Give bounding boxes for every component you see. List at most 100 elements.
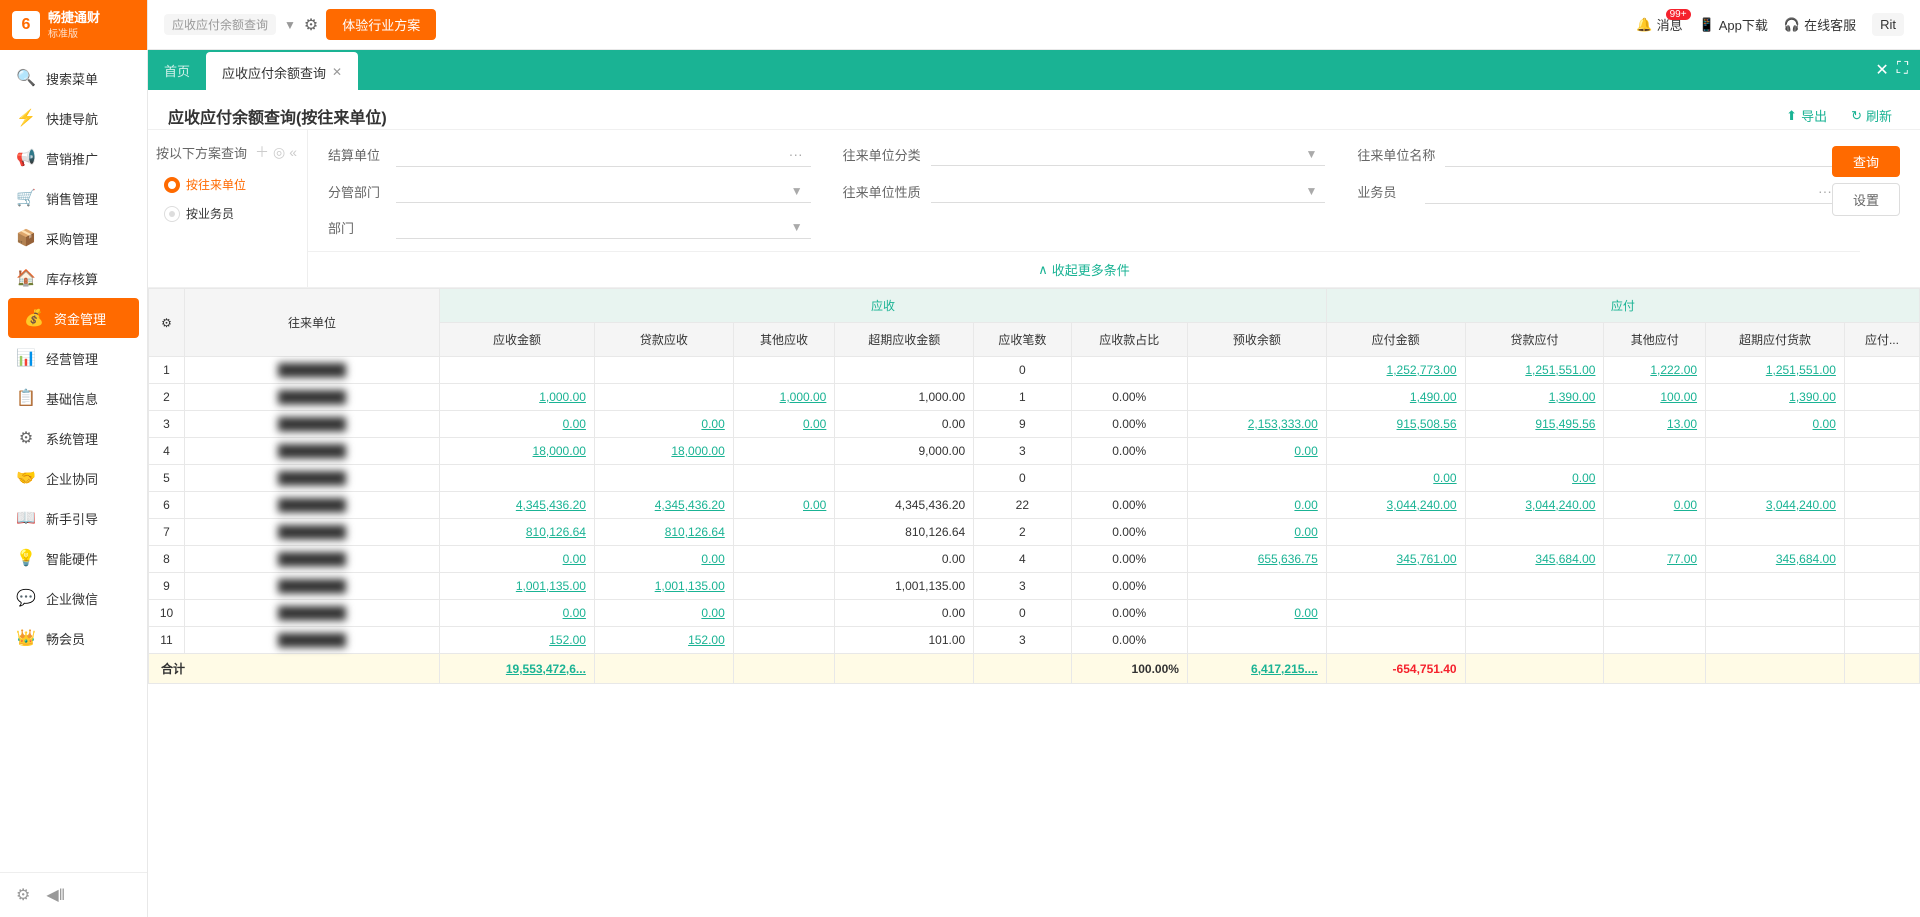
partner-name-cell[interactable]: ████████ xyxy=(185,492,440,519)
footer-advance[interactable]: 6,417,215.... xyxy=(1187,654,1326,684)
filter-item-salesperson[interactable]: 按业务员 xyxy=(148,199,307,228)
partner-name-cell[interactable]: ████████ xyxy=(185,465,440,492)
table-cell[interactable]: 3,044,240.00 xyxy=(1326,492,1465,519)
sidebar-item-14[interactable]: 👑畅会员 xyxy=(0,618,147,658)
table-cell[interactable]: 0.00 xyxy=(1187,519,1326,546)
table-cell[interactable]: 1,251,551.00 xyxy=(1706,357,1845,384)
settings-filter-icon[interactable]: ◎ xyxy=(273,144,285,161)
sidebar-item-10[interactable]: 🤝企业协同 xyxy=(0,458,147,498)
table-cell[interactable]: 345,761.00 xyxy=(1326,546,1465,573)
salesperson-input[interactable]: ··· xyxy=(1425,179,1840,204)
table-cell[interactable]: 810,126.64 xyxy=(440,519,595,546)
partner-name-cell[interactable]: ████████ xyxy=(185,357,440,384)
table-cell[interactable]: 655,636.75 xyxy=(1187,546,1326,573)
table-cell[interactable]: 345,684.00 xyxy=(1706,546,1845,573)
tab-home[interactable]: 首页 xyxy=(148,50,206,90)
refresh-button[interactable]: ↻ 刷新 xyxy=(1843,102,1900,129)
collapse-filter-icon[interactable]: « xyxy=(289,144,297,160)
partner-name-cell[interactable]: ████████ xyxy=(185,546,440,573)
settlement-input[interactable]: ··· xyxy=(396,142,811,167)
table-cell[interactable]: 1,390.00 xyxy=(1706,384,1845,411)
sidebar-item-5[interactable]: 🏠库存核算 xyxy=(0,258,147,298)
table-cell[interactable]: 2,153,333.00 xyxy=(1187,411,1326,438)
table-cell[interactable]: 152.00 xyxy=(440,627,595,654)
query-button[interactable]: 查询 xyxy=(1832,146,1900,177)
user-button[interactable]: Rit xyxy=(1872,13,1904,36)
table-cell[interactable]: 100.00 xyxy=(1604,384,1706,411)
table-cell[interactable]: 0.00 xyxy=(1465,465,1604,492)
partner-name-cell[interactable]: ████████ xyxy=(185,573,440,600)
table-cell[interactable]: 4,345,436.20 xyxy=(594,492,733,519)
table-cell[interactable]: 18,000.00 xyxy=(594,438,733,465)
table-cell[interactable]: 345,684.00 xyxy=(1465,546,1604,573)
collapse-button[interactable]: ∧ 收起更多条件 xyxy=(1038,260,1130,279)
partner-name-cell[interactable]: ████████ xyxy=(185,384,440,411)
footer-ar-amount[interactable]: 19,553,472,6... xyxy=(440,654,595,684)
sidebar-item-13[interactable]: 💬企业微信 xyxy=(0,578,147,618)
table-cell[interactable]: 915,508.56 xyxy=(1326,411,1465,438)
table-cell[interactable]: 1,490.00 xyxy=(1326,384,1465,411)
table-cell[interactable]: 0.00 xyxy=(1187,492,1326,519)
table-cell[interactable]: 1,000.00 xyxy=(733,384,835,411)
sidebar-item-6[interactable]: 💰资金管理 xyxy=(8,298,139,338)
table-cell[interactable]: 1,252,773.00 xyxy=(1326,357,1465,384)
sidebar-item-8[interactable]: 📋基础信息 xyxy=(0,378,147,418)
table-cell[interactable]: 3,044,240.00 xyxy=(1465,492,1604,519)
table-cell[interactable]: 0.00 xyxy=(594,411,733,438)
dept-head-dropdown[interactable]: ▼ xyxy=(396,180,811,203)
table-cell[interactable]: 0.00 xyxy=(440,600,595,627)
table-cell[interactable]: 915,495.56 xyxy=(1465,411,1604,438)
table-cell[interactable]: 77.00 xyxy=(1604,546,1706,573)
table-cell[interactable]: 0.00 xyxy=(1326,465,1465,492)
table-cell[interactable]: 0.00 xyxy=(594,600,733,627)
sidebar-item-2[interactable]: 📢营销推广 xyxy=(0,138,147,178)
table-cell[interactable]: 1,222.00 xyxy=(1604,357,1706,384)
sidebar-item-11[interactable]: 📖新手引导 xyxy=(0,498,147,538)
window-close-icon[interactable]: ✕ xyxy=(1875,60,1888,80)
export-button[interactable]: ⬆ 导出 xyxy=(1778,102,1835,129)
app-download-button[interactable]: 📱 App下载 xyxy=(1699,15,1768,34)
table-cell[interactable]: 0.00 xyxy=(440,546,595,573)
window-expand-icon[interactable]: ⛶ xyxy=(1897,60,1908,80)
table-cell[interactable]: 1,390.00 xyxy=(1465,384,1604,411)
trial-button[interactable]: 体验行业方案 xyxy=(326,9,436,40)
settlement-dots[interactable]: ··· xyxy=(789,146,803,162)
table-cell[interactable]: 0.00 xyxy=(594,546,733,573)
table-cell[interactable]: 1,001,135.00 xyxy=(440,573,595,600)
message-button[interactable]: 🔔 消息 99+ xyxy=(1636,15,1682,34)
settings-button[interactable]: 设置 xyxy=(1832,183,1900,216)
table-cell[interactable]: 0.00 xyxy=(1187,600,1326,627)
table-cell[interactable]: 13.00 xyxy=(1604,411,1706,438)
partner-name-cell[interactable]: ████████ xyxy=(185,438,440,465)
partner-name-cell[interactable]: ████████ xyxy=(185,627,440,654)
filter-item-partner[interactable]: 按往来单位 xyxy=(148,170,307,199)
table-cell[interactable]: 0.00 xyxy=(733,411,835,438)
table-cell[interactable]: 1,000.00 xyxy=(440,384,595,411)
table-cell[interactable]: 0.00 xyxy=(1706,411,1845,438)
sidebar-item-7[interactable]: 📊经营管理 xyxy=(0,338,147,378)
dept-dropdown[interactable]: ▼ xyxy=(396,216,811,239)
partner-name-cell[interactable]: ████████ xyxy=(185,600,440,627)
sidebar-item-12[interactable]: 💡智能硬件 xyxy=(0,538,147,578)
partner-cat-dropdown[interactable]: ▼ xyxy=(931,143,1326,166)
online-service-button[interactable]: 🎧 在线客服 xyxy=(1784,15,1856,34)
table-cell[interactable]: 1,251,551.00 xyxy=(1465,357,1604,384)
table-cell[interactable]: 0.00 xyxy=(440,411,595,438)
table-cell[interactable]: 152.00 xyxy=(594,627,733,654)
partner-nature-dropdown[interactable]: ▼ xyxy=(931,180,1326,203)
partner-name-cell[interactable]: ████████ xyxy=(185,519,440,546)
sidebar-item-9[interactable]: ⚙系统管理 xyxy=(0,418,147,458)
partner-name-cell[interactable]: ████████ xyxy=(185,411,440,438)
table-cell[interactable]: 0.00 xyxy=(1187,438,1326,465)
table-cell[interactable]: 0.00 xyxy=(1604,492,1706,519)
settings-icon[interactable]: ⚙ xyxy=(16,885,30,905)
table-cell[interactable]: 4,345,436.20 xyxy=(440,492,595,519)
add-filter-icon[interactable]: ＋ xyxy=(255,142,269,162)
tab-query[interactable]: 应收应付余额查询 ✕ xyxy=(206,52,358,92)
sidebar-item-0[interactable]: 🔍搜索菜单 xyxy=(0,58,147,98)
sidebar-item-3[interactable]: 🛒销售管理 xyxy=(0,178,147,218)
gear-header[interactable]: ⚙ xyxy=(149,289,185,357)
sidebar-item-4[interactable]: 📦采购管理 xyxy=(0,218,147,258)
table-cell[interactable]: 18,000.00 xyxy=(440,438,595,465)
table-cell[interactable]: 810,126.64 xyxy=(594,519,733,546)
